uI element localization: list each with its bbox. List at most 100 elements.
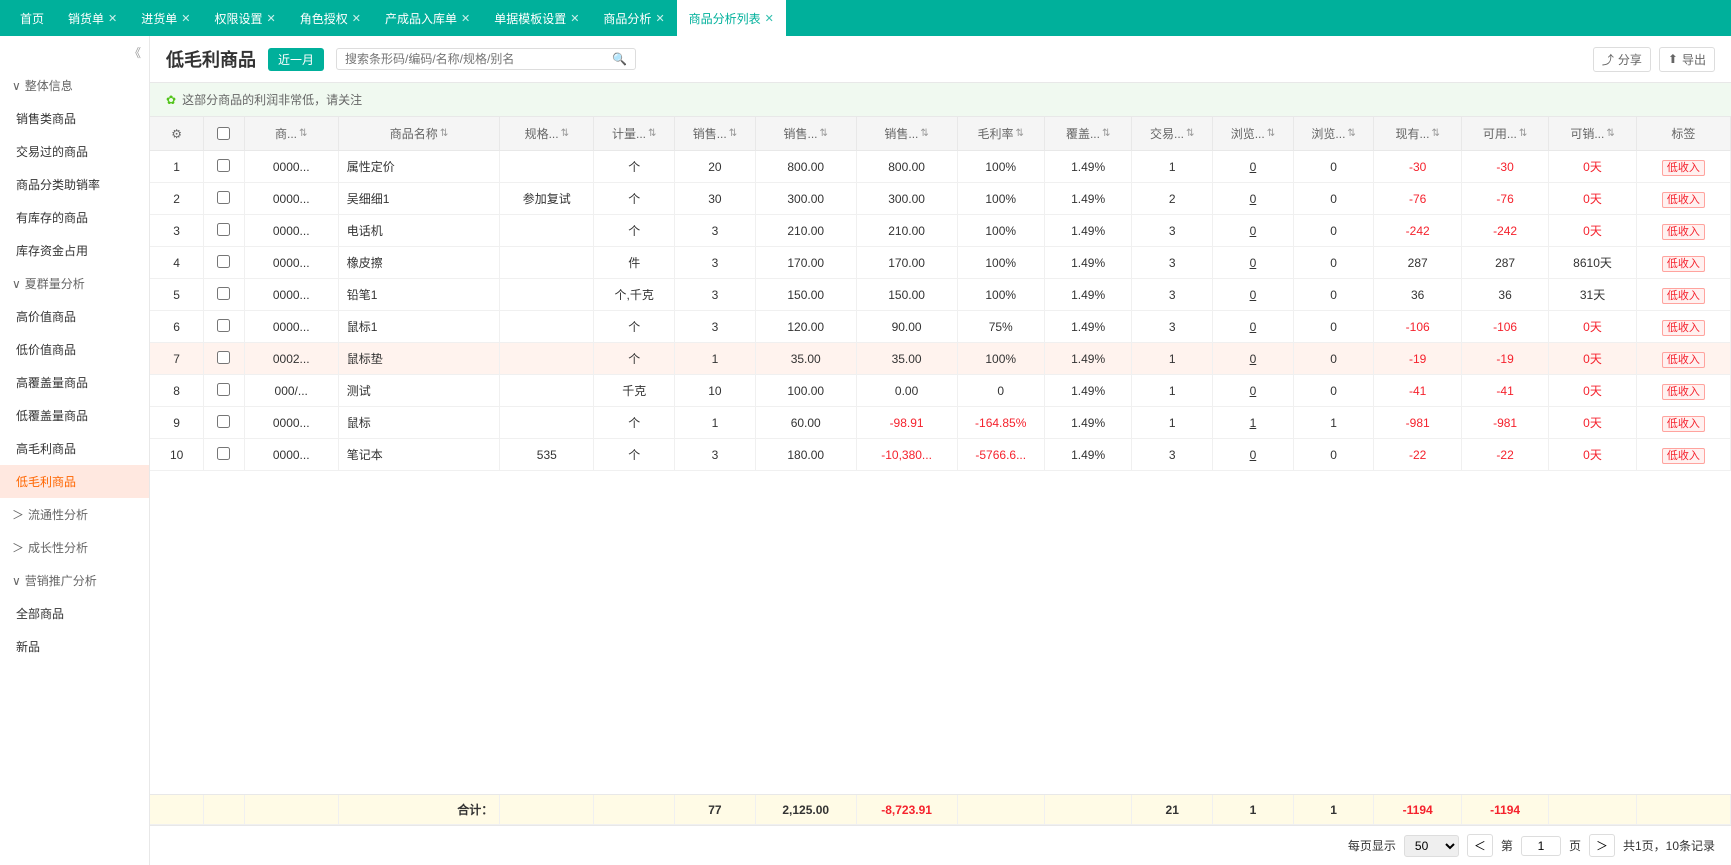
sidebar-item-low-value[interactable]: 低价值商品 <box>0 333 149 366</box>
nav-close-icon[interactable]: ✕ <box>461 12 470 25</box>
share-button[interactable]: ⤴ 分享 <box>1593 47 1651 72</box>
col-header-saleable[interactable]: 可销...⇅ <box>1549 117 1636 151</box>
search-icon[interactable]: 🔍 <box>612 52 627 66</box>
col-header-coverage[interactable]: 覆盖...⇅ <box>1044 117 1131 151</box>
select-all-checkbox[interactable] <box>217 127 230 140</box>
col-header-unit[interactable]: 计量...⇅ <box>594 117 675 151</box>
date-filter-button[interactable]: 近一月 <box>268 48 324 71</box>
cell-view1[interactable]: 0 <box>1213 183 1294 215</box>
col-header-trade[interactable]: 交易...⇅ <box>1132 117 1213 151</box>
col-header-tag[interactable]: 标签 <box>1636 117 1730 151</box>
cell-view1[interactable]: 0 <box>1213 151 1294 183</box>
cell-checkbox[interactable] <box>204 407 244 439</box>
per-page-select[interactable]: 50 100 200 <box>1404 835 1459 857</box>
cell-view1[interactable]: 0 <box>1213 439 1294 471</box>
nav-home[interactable]: 首页 <box>8 0 56 36</box>
col-header-gross-rate[interactable]: 毛利率⇅ <box>957 117 1044 151</box>
cell-view1[interactable]: 0 <box>1213 343 1294 375</box>
nav-close-icon[interactable]: ✕ <box>655 12 664 25</box>
row-checkbox[interactable] <box>217 415 230 428</box>
cell-checkbox[interactable] <box>204 247 244 279</box>
nav-close-icon[interactable]: ✕ <box>352 12 361 25</box>
sidebar-item-stock-capital[interactable]: 库存资金占用 <box>0 234 149 267</box>
row-checkbox[interactable] <box>217 191 230 204</box>
cell-current: -30 <box>1374 151 1461 183</box>
nav-role-auth[interactable]: 角色授权 ✕ <box>288 0 373 36</box>
nav-close-icon[interactable]: ✕ <box>108 12 117 25</box>
sidebar-group-marketing[interactable]: ∨ 营销推广分析 <box>0 564 149 597</box>
col-header-available[interactable]: 可用...⇅ <box>1461 117 1548 151</box>
row-checkbox[interactable] <box>217 351 230 364</box>
sidebar-collapse-button[interactable]: 《 <box>0 36 149 69</box>
cell-checkbox[interactable] <box>204 375 244 407</box>
row-checkbox[interactable] <box>217 383 230 396</box>
nav-template-settings[interactable]: 单据模板设置 ✕ <box>482 0 591 36</box>
cell-checkbox[interactable] <box>204 279 244 311</box>
row-checkbox[interactable] <box>217 319 230 332</box>
nav-purchase-order[interactable]: 进货单 ✕ <box>129 0 202 36</box>
page-number-input[interactable] <box>1521 836 1561 856</box>
sidebar-item-traded-goods[interactable]: 交易过的商品 <box>0 135 149 168</box>
col-header-sales-price[interactable]: 销售...⇅ <box>755 117 856 151</box>
search-input[interactable] <box>345 52 612 66</box>
sidebar-group-liquidity[interactable]: ＞ 流通性分析 <box>0 498 149 531</box>
cell-checkbox[interactable] <box>204 311 244 343</box>
nav-goods-analysis-list[interactable]: 商品分析列表 ✕ <box>677 0 786 36</box>
sidebar-item-low-margin[interactable]: 低毛利商品 <box>0 465 149 498</box>
col-header-current[interactable]: 现有...⇅ <box>1374 117 1461 151</box>
cell-spec <box>500 375 594 407</box>
col-header-view2[interactable]: 浏览...⇅ <box>1293 117 1374 151</box>
sidebar-group-overall[interactable]: ∨ 整体信息 <box>0 69 149 102</box>
tag-badge: 低收入 <box>1662 224 1705 240</box>
cell-checkbox[interactable] <box>204 215 244 247</box>
cell-view1[interactable]: 0 <box>1213 375 1294 407</box>
sidebar-group-growth[interactable]: ＞ 成长性分析 <box>0 531 149 564</box>
col-header-code[interactable]: 商...⇅ <box>244 117 338 151</box>
sidebar-item-high-coverage[interactable]: 高覆盖量商品 <box>0 366 149 399</box>
cell-checkbox[interactable] <box>204 439 244 471</box>
cell-view1[interactable]: 0 <box>1213 311 1294 343</box>
col-header-settings[interactable]: ⚙ <box>150 117 204 151</box>
cell-checkbox[interactable] <box>204 151 244 183</box>
col-header-name[interactable]: 商品名称⇅ <box>338 117 499 151</box>
row-checkbox[interactable] <box>217 223 230 236</box>
cell-checkbox[interactable] <box>204 183 244 215</box>
row-checkbox[interactable] <box>217 255 230 268</box>
row-checkbox[interactable] <box>217 287 230 300</box>
nav-close-icon[interactable]: ✕ <box>570 12 579 25</box>
nav-goods-analysis[interactable]: 商品分析 ✕ <box>591 0 676 36</box>
sidebar-item-sales-goods[interactable]: 销售类商品 <box>0 102 149 135</box>
nav-close-icon[interactable]: ✕ <box>181 12 190 25</box>
col-header-sales-profit[interactable]: 销售...⇅ <box>856 117 957 151</box>
sidebar-item-high-value[interactable]: 高价值商品 <box>0 300 149 333</box>
sidebar-item-category-sales-rate[interactable]: 商品分类助销率 <box>0 168 149 201</box>
cell-view1[interactable]: 0 <box>1213 279 1294 311</box>
cell-view1[interactable]: 1 <box>1213 407 1294 439</box>
col-header-checkbox[interactable] <box>204 117 244 151</box>
nav-product-entry[interactable]: 产成品入库单 ✕ <box>373 0 482 36</box>
sidebar-item-high-margin[interactable]: 高毛利商品 <box>0 432 149 465</box>
export-button[interactable]: ⬆ 导出 <box>1659 47 1715 72</box>
nav-sales-order[interactable]: 销货单 ✕ <box>56 0 129 36</box>
col-header-view1[interactable]: 浏览...⇅ <box>1213 117 1294 151</box>
next-page-button[interactable]: ＞ <box>1589 834 1615 857</box>
cell-view1[interactable]: 0 <box>1213 215 1294 247</box>
cell-checkbox[interactable] <box>204 343 244 375</box>
sidebar-item-new-goods[interactable]: 新品 <box>0 630 149 663</box>
sidebar-item-all-goods[interactable]: 全部商品 <box>0 597 149 630</box>
cell-view1[interactable]: 0 <box>1213 247 1294 279</box>
nav-close-icon[interactable]: ✕ <box>765 12 774 25</box>
sidebar-item-low-coverage[interactable]: 低覆盖量商品 <box>0 399 149 432</box>
cell-trade: 3 <box>1132 439 1213 471</box>
cell-current: -981 <box>1374 407 1461 439</box>
sidebar-item-in-stock-goods[interactable]: 有库存的商品 <box>0 201 149 234</box>
prev-page-button[interactable]: ＜ <box>1467 834 1493 857</box>
col-header-sales-qty[interactable]: 销售...⇅ <box>675 117 756 151</box>
row-checkbox[interactable] <box>217 159 230 172</box>
nav-permission-settings[interactable]: 权限设置 ✕ <box>202 0 287 36</box>
sidebar-group-cluster[interactable]: ∨ 夏群量分析 <box>0 267 149 300</box>
row-checkbox[interactable] <box>217 447 230 460</box>
nav-close-icon[interactable]: ✕ <box>267 12 276 25</box>
col-header-spec[interactable]: 规格...⇅ <box>500 117 594 151</box>
cell-current: -242 <box>1374 215 1461 247</box>
